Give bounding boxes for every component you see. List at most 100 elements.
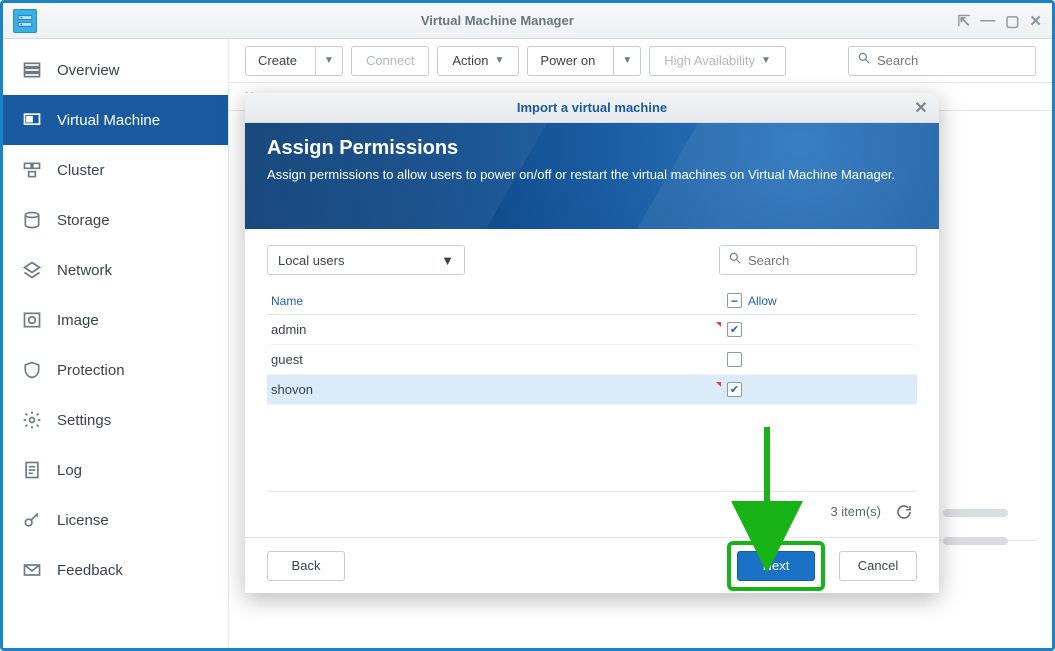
table-row[interactable]: shovon — [267, 375, 917, 405]
connect-button[interactable]: Connect — [351, 46, 429, 76]
sidebar-item-feedback[interactable]: Feedback — [3, 545, 228, 595]
modal-table-header: Name Allow — [267, 287, 917, 315]
modal-body: Local users ▼ Name Allow admin guest shovo… — [245, 229, 939, 537]
chevron-down-icon: ▼ — [441, 253, 454, 268]
cluster-icon — [21, 159, 43, 181]
progress-bar — [943, 537, 1008, 545]
modal-filterbar: Local users ▼ — [267, 245, 917, 275]
cell-name: shovon — [267, 382, 727, 397]
sidebar-item-cluster[interactable]: Cluster — [3, 145, 228, 195]
mail-icon — [21, 559, 43, 581]
close-icon[interactable]: ✕ — [911, 98, 931, 118]
search-box[interactable] — [848, 46, 1036, 76]
sidebar-item-label: Protection — [57, 362, 125, 379]
sidebar-item-label: Log — [57, 462, 82, 479]
sidebar-item-label: Feedback — [57, 562, 123, 579]
network-icon — [21, 259, 43, 281]
next-button[interactable]: Next — [737, 551, 815, 581]
sidebar-item-label: Image — [57, 312, 99, 329]
cell-allow — [727, 382, 742, 397]
maximize-icon[interactable]: ▢ — [1005, 12, 1019, 30]
sidebar-item-log[interactable]: Log — [3, 445, 228, 495]
next-highlight: Next — [727, 541, 825, 591]
toolbar: Create ▼ Connect Action▼ Power on ▼ High… — [229, 39, 1052, 83]
chevron-down-icon: ▼ — [495, 55, 505, 66]
sidebar-item-label: Storage — [57, 212, 110, 229]
allow-checkbox[interactable] — [727, 322, 742, 337]
sidebar-item-label: Virtual Machine — [57, 112, 160, 129]
banner-title: Assign Permissions — [267, 137, 917, 160]
search-icon — [857, 51, 871, 70]
pager-count: 3 item(s) — [830, 504, 881, 519]
sidebar-item-overview[interactable]: Overview — [3, 45, 228, 95]
create-label: Create — [246, 47, 309, 75]
sidebar-item-image[interactable]: Image — [3, 295, 228, 345]
modal-pager: 3 item(s) — [267, 491, 917, 531]
window-title: Virtual Machine Manager — [37, 13, 958, 28]
sidebar-item-storage[interactable]: Storage — [3, 195, 228, 245]
cell-name: admin — [267, 322, 727, 337]
sidebar-item-settings[interactable]: Settings — [3, 395, 228, 445]
vm-icon — [21, 109, 43, 131]
modal-rows: admin guest shovon — [267, 315, 917, 405]
checkbox-all[interactable] — [727, 293, 742, 308]
sidebar-item-network[interactable]: Network — [3, 245, 228, 295]
banner-description: Assign permissions to allow users to pow… — [267, 166, 917, 184]
th-allow[interactable]: Allow — [727, 293, 777, 308]
search-icon — [728, 251, 742, 270]
user-scope-select[interactable]: Local users ▼ — [267, 245, 465, 275]
import-vm-modal: Import a virtual machine ✕ Assign Permis… — [245, 93, 939, 593]
modal-banner: Assign Permissions Assign permissions to… — [245, 123, 939, 229]
app-window: Virtual Machine Manager ⇱ — ▢ ✕ Overview… — [0, 0, 1055, 651]
sidebar-item-license[interactable]: License — [3, 495, 228, 545]
table-row[interactable]: guest — [267, 345, 917, 375]
pin-icon[interactable]: ⇱ — [958, 12, 971, 30]
sidebar-item-label: License — [57, 512, 109, 529]
minimize-icon[interactable]: — — [980, 12, 995, 30]
th-name[interactable]: Name — [267, 294, 727, 308]
progress-bar — [943, 509, 1008, 517]
cancel-button[interactable]: Cancel — [839, 551, 917, 581]
gear-icon — [21, 409, 43, 431]
protection-icon — [21, 359, 43, 381]
modal-title: Import a virtual machine — [517, 100, 667, 115]
app-icon — [13, 9, 37, 33]
image-icon — [21, 309, 43, 331]
back-button[interactable]: Back — [267, 551, 345, 581]
flag-icon — [716, 382, 721, 387]
chevron-down-icon[interactable]: ▼ — [315, 47, 342, 75]
allow-checkbox[interactable] — [727, 352, 742, 367]
search-input[interactable] — [877, 53, 1027, 68]
key-icon — [21, 509, 43, 531]
storage-icon — [21, 209, 43, 231]
select-value: Local users — [278, 253, 344, 268]
sidebar: Overview Virtual Machine Cluster Storage… — [3, 39, 229, 648]
sidebar-item-label: Network — [57, 262, 112, 279]
modal-search-input[interactable] — [748, 253, 898, 268]
power-on-button[interactable]: Power on ▼ — [527, 46, 641, 76]
modal-search[interactable] — [719, 245, 917, 275]
titlebar: Virtual Machine Manager ⇱ — ▢ ✕ — [3, 3, 1052, 39]
sidebar-item-virtual-machine[interactable]: Virtual Machine — [3, 95, 228, 145]
table-row[interactable]: admin — [267, 315, 917, 345]
sidebar-item-label: Overview — [57, 62, 120, 79]
cell-allow — [727, 322, 742, 337]
cell-allow — [727, 352, 742, 367]
close-icon[interactable]: ✕ — [1029, 12, 1042, 30]
allow-checkbox[interactable] — [727, 382, 742, 397]
window-controls: ⇱ — ▢ ✕ — [958, 12, 1042, 30]
modal-titlebar: Import a virtual machine ✕ — [245, 93, 939, 123]
chevron-down-icon[interactable]: ▼ — [613, 47, 640, 75]
action-button[interactable]: Action▼ — [437, 46, 519, 76]
overview-icon — [21, 59, 43, 81]
sidebar-item-label: Cluster — [57, 162, 105, 179]
cell-name: guest — [267, 352, 727, 367]
log-icon — [21, 459, 43, 481]
power-on-label: Power on — [528, 47, 607, 75]
sidebar-item-label: Settings — [57, 412, 111, 429]
sidebar-item-protection[interactable]: Protection — [3, 345, 228, 395]
refresh-icon[interactable] — [895, 503, 913, 521]
create-button[interactable]: Create ▼ — [245, 46, 343, 76]
modal-footer: Back Next Cancel — [245, 537, 939, 593]
high-availability-button[interactable]: High Availability▼ — [649, 46, 786, 76]
